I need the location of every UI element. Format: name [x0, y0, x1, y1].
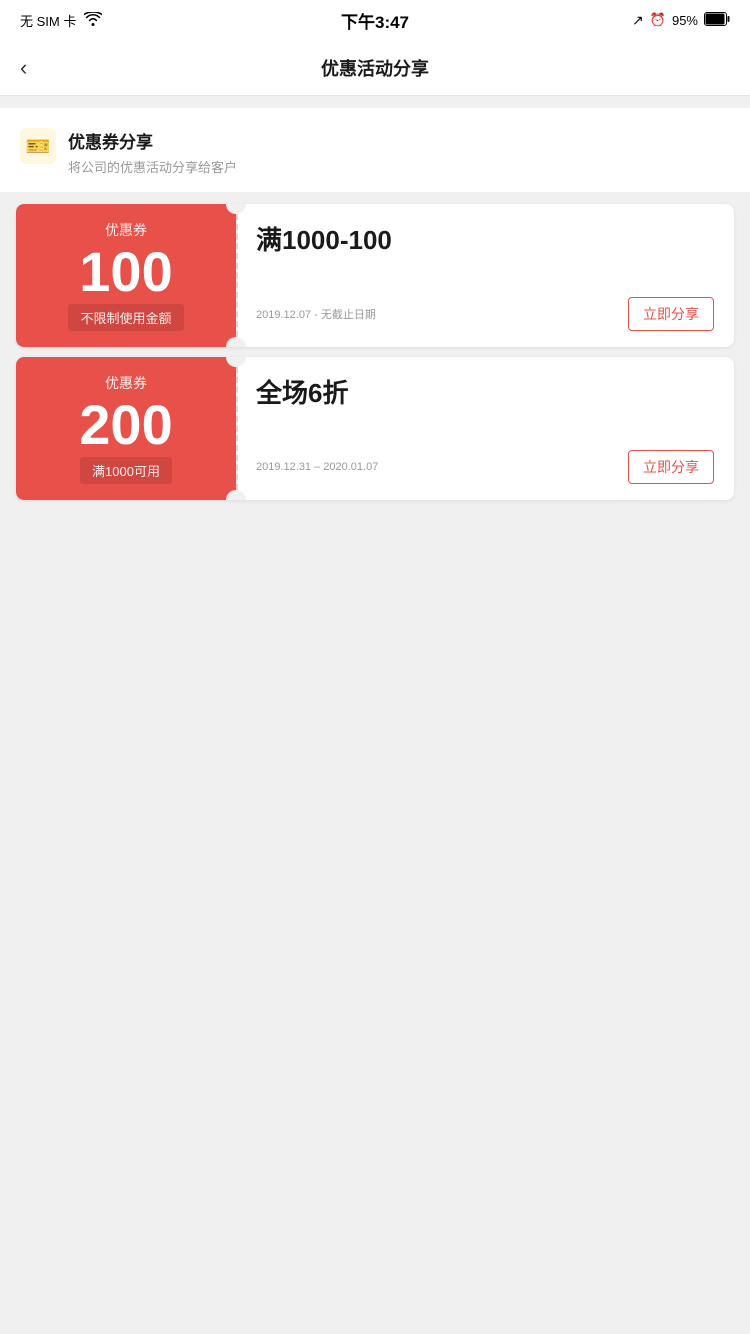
coupon-amount: 200: [79, 397, 172, 453]
coupon-condition: 满1000可用: [80, 457, 172, 484]
coupon-amount: 100: [79, 244, 172, 300]
coupon-condition: 不限制使用金额: [68, 304, 183, 331]
location-icon: ↗: [632, 12, 644, 29]
section-icon: 🎫: [20, 128, 56, 164]
coupon-type-label: 优惠券: [105, 220, 147, 240]
coupon-divider: [236, 367, 238, 490]
section-text-group: 优惠券分享 将公司的优惠活动分享给客户: [68, 128, 237, 176]
nav-title: 优惠活动分享: [321, 55, 429, 81]
alarm-icon: ⏰: [650, 12, 666, 28]
section-header: 🎫 优惠券分享 将公司的优惠活动分享给客户: [0, 108, 750, 192]
battery-percentage: 95%: [672, 13, 698, 28]
section-title: 优惠券分享: [68, 128, 237, 153]
back-button[interactable]: ‹: [20, 55, 27, 81]
status-left: 无 SIM 卡: [20, 11, 102, 30]
status-bar: 无 SIM 卡 下午3:47 ↗ ⏰ 95%: [0, 0, 750, 40]
coupon-card: 优惠券 100 不限制使用金额 满1000-100 2019.12.07 - 无…: [16, 204, 734, 347]
status-right: ↗ ⏰ 95%: [632, 12, 730, 29]
section-subtitle: 将公司的优惠活动分享给客户: [68, 157, 237, 176]
wifi-icon: [84, 12, 102, 29]
coupon-date: 2019.12.07 - 无截止日期: [256, 306, 620, 322]
coupon-right: 满1000-100 2019.12.07 - 无截止日期 立即分享: [236, 204, 734, 347]
battery-icon: [704, 12, 730, 29]
coupon-list: 优惠券 100 不限制使用金额 满1000-100 2019.12.07 - 无…: [0, 192, 750, 512]
nav-bar: ‹ 优惠活动分享: [0, 40, 750, 96]
carrier-label: 无 SIM 卡: [20, 11, 76, 30]
coupon-right: 全场6折 2019.12.31 – 2020.01.07 立即分享: [236, 357, 734, 500]
coupon-name: 全场6折: [256, 373, 714, 410]
coupon-type-label: 优惠券: [105, 373, 147, 393]
coupon-date: 2019.12.31 – 2020.01.07: [256, 461, 620, 473]
empty-area: [0, 512, 750, 1072]
share-button[interactable]: 立即分享: [628, 450, 714, 484]
coupon-card: 优惠券 200 满1000可用 全场6折 2019.12.31 – 2020.0…: [16, 357, 734, 500]
coupon-left: 优惠券 100 不限制使用金额: [16, 204, 236, 347]
coupon-left: 优惠券 200 满1000可用: [16, 357, 236, 500]
coupon-bottom-row: 2019.12.07 - 无截止日期 立即分享: [256, 297, 714, 331]
share-button[interactable]: 立即分享: [628, 297, 714, 331]
coupon-divider: [236, 214, 238, 337]
coupon-name: 满1000-100: [256, 220, 714, 257]
status-time: 下午3:47: [341, 8, 409, 33]
coupon-bottom-row: 2019.12.31 – 2020.01.07 立即分享: [256, 450, 714, 484]
